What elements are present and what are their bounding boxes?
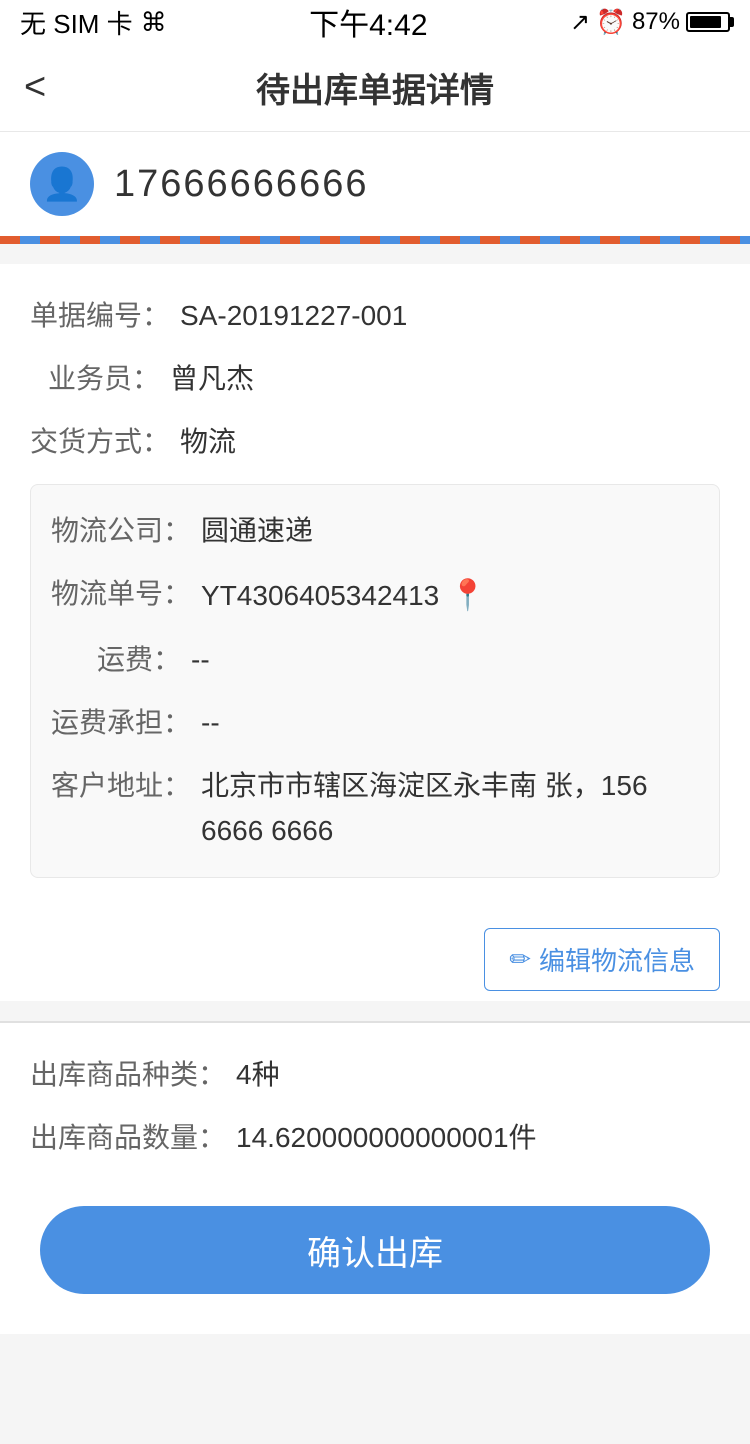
status-left: 无 SIM 卡 ⌘ [20, 4, 167, 41]
carrier-text: 无 SIM 卡 [20, 4, 133, 41]
status-time: 下午4:42 [309, 0, 427, 44]
document-number-value: SA-20191227-001 [170, 294, 720, 339]
edit-logistics-label: 编辑物流信息 [539, 941, 695, 978]
confirm-button-label: 确认出库 [307, 1226, 443, 1275]
delivery-method-row: 交货方式： 物流 [30, 420, 720, 465]
status-bar: 无 SIM 卡 ⌘ 下午4:42 ↗ ⏰ 87% [0, 0, 750, 44]
product-type-label: 出库商品种类： [30, 1053, 226, 1098]
product-type-row: 出库商品种类： 4种 [30, 1053, 720, 1098]
salesperson-row: 业务员： 曾凡杰 [30, 357, 720, 402]
user-header: 👤 17666666666 [0, 132, 750, 236]
map-pin-icon[interactable]: 📍 [449, 572, 486, 620]
battery-fill [690, 16, 721, 28]
logistics-section: 物流公司： 圆通速递 物流单号： YT4306405342413 📍 运费： -… [30, 484, 720, 878]
freight-bearer-label: 运费承担： [51, 701, 191, 746]
freight-bearer-row: 运费承担： -- [51, 701, 699, 746]
status-right: ↗ ⏰ 87% [570, 8, 730, 37]
customer-address-value: 北京市市辖区海淀区永丰南 张，156 6666 6666 [191, 764, 699, 854]
logistics-company-row: 物流公司： 圆通速递 [51, 509, 699, 554]
delivery-method-label: 交货方式： [30, 420, 170, 465]
bottom-area: 确认出库 [0, 1186, 750, 1334]
customer-address-label: 客户地址： [51, 764, 191, 809]
basic-info-section: 单据编号： SA-20191227-001 业务员： 曾凡杰 交货方式： 物流 … [0, 264, 750, 908]
back-button[interactable]: < [24, 66, 46, 109]
page-title: 待出库单据详情 [256, 63, 494, 112]
salesperson-label: 业务员： [30, 357, 160, 402]
logistics-company-label: 物流公司： [51, 509, 191, 554]
user-phone: 17666666666 [114, 163, 368, 206]
freight-row: 运费： -- [51, 638, 699, 683]
freight-value: -- [181, 638, 699, 683]
product-quantity-label: 出库商品数量： [30, 1116, 226, 1161]
freight-label: 运费： [51, 638, 181, 683]
avatar: 👤 [30, 152, 94, 216]
logistics-company-value: 圆通速递 [191, 509, 699, 554]
alarm-status-icon: ⏰ [596, 8, 626, 37]
edit-btn-row: ✏ 编辑物流信息 [0, 908, 750, 1001]
battery-text: 87% [632, 8, 680, 36]
edit-icon: ✏ [509, 944, 531, 975]
salesperson-value: 曾凡杰 [160, 357, 720, 402]
product-type-value: 4种 [226, 1053, 720, 1098]
product-quantity-value: 14.620000000000001件 [226, 1116, 720, 1161]
avatar-icon: 👤 [42, 165, 82, 203]
freight-bearer-value: -- [191, 701, 699, 746]
battery-icon [686, 12, 730, 32]
document-number-row: 单据编号： SA-20191227-001 [30, 294, 720, 339]
dashed-divider [0, 236, 750, 244]
document-number-label: 单据编号： [30, 294, 170, 339]
location-status-icon: ↗ [570, 8, 590, 37]
edit-logistics-button[interactable]: ✏ 编辑物流信息 [484, 928, 720, 991]
delivery-method-value: 物流 [170, 420, 720, 465]
wifi-icon: ⌘ [141, 7, 167, 38]
tracking-number-label: 物流单号： [51, 572, 191, 617]
tracking-number-value: YT4306405342413 📍 [191, 572, 699, 620]
product-info-section: 出库商品种类： 4种 出库商品数量： 14.620000000000001件 [0, 1023, 750, 1191]
tracking-number-row: 物流单号： YT4306405342413 📍 [51, 572, 699, 620]
confirm-outbound-button[interactable]: 确认出库 [40, 1206, 710, 1294]
customer-address-row: 客户地址： 北京市市辖区海淀区永丰南 张，156 6666 6666 [51, 764, 699, 854]
nav-bar: < 待出库单据详情 [0, 44, 750, 132]
product-quantity-row: 出库商品数量： 14.620000000000001件 [30, 1116, 720, 1161]
